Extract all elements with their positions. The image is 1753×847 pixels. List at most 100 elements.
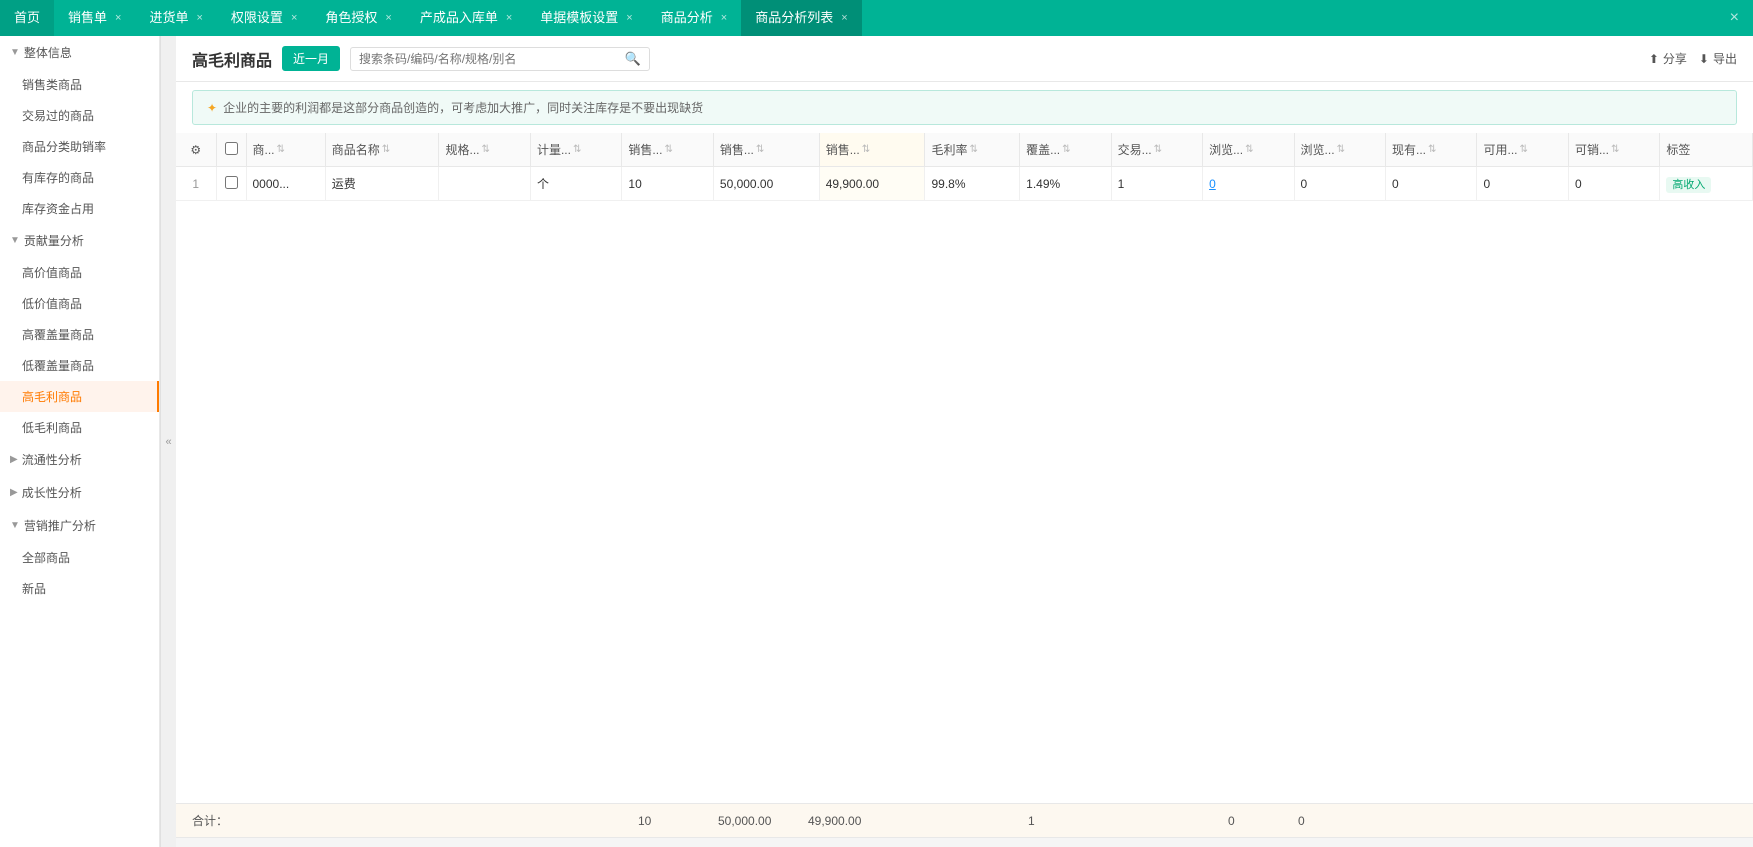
- col-tag[interactable]: 标签: [1660, 133, 1753, 167]
- search-box: 🔍: [350, 47, 650, 71]
- app-close-button[interactable]: ×: [1716, 0, 1753, 36]
- nav-close-analysis-list[interactable]: ×: [841, 0, 847, 36]
- table-wrapper[interactable]: ⚙ 商... ⇅ 商品名称: [176, 133, 1753, 803]
- sidebar-item-high-margin[interactable]: 高毛利商品: [0, 381, 159, 412]
- row-browse2: 0: [1294, 167, 1385, 201]
- nav-template[interactable]: 单据模板设置 ×: [526, 0, 646, 36]
- sidebar-item-sales-goods[interactable]: 销售类商品: [0, 69, 159, 100]
- sort-browse2-icon: ⇅: [1337, 144, 1345, 155]
- sort-current-icon: ⇅: [1428, 144, 1436, 155]
- row-coverage: 1.49%: [1020, 167, 1111, 201]
- nav-close-analysis[interactable]: ×: [721, 0, 727, 36]
- col-sales-profit[interactable]: 销售... ⇅: [819, 133, 925, 167]
- nav-purchase[interactable]: 进货单 ×: [135, 0, 216, 36]
- sidebar-item-traded-goods[interactable]: 交易过的商品: [0, 100, 159, 131]
- sidebar-item-new-goods[interactable]: 新品: [0, 573, 159, 604]
- top-nav: 首页 销售单 × 进货单 × 权限设置 × 角色授权 × 产成品入库单 × 单据…: [0, 0, 1753, 36]
- nav-close-role[interactable]: ×: [385, 0, 391, 36]
- col-trade[interactable]: 交易... ⇅: [1111, 133, 1202, 167]
- sort-profit-icon: ⇅: [862, 144, 870, 155]
- sidebar: ▼ 整体信息 销售类商品 交易过的商品 商品分类助销率 有库存的商品 库存资金占…: [0, 36, 160, 847]
- col-name[interactable]: 商品名称 ⇅: [325, 133, 439, 167]
- col-sales-amount[interactable]: 销售... ⇅: [713, 133, 819, 167]
- content-area: 高毛利商品 近一月 🔍 ⬆ 分享 ⬇ 导出 ✦ 企业的主要的利润都是这部分商品创…: [176, 36, 1753, 847]
- arrow-liquidity-icon: ▶: [10, 454, 18, 465]
- export-button[interactable]: ⬇ 导出: [1699, 50, 1737, 67]
- col-settings[interactable]: ⚙: [176, 133, 216, 167]
- nav-close-template[interactable]: ×: [626, 0, 632, 36]
- col-gross-rate[interactable]: 毛利率 ⇅: [925, 133, 1020, 167]
- nav-close-inbound[interactable]: ×: [506, 0, 512, 36]
- row-checkbox-cell[interactable]: [216, 167, 246, 201]
- settings-icon[interactable]: ⚙: [190, 143, 201, 157]
- sidebar-item-low-margin[interactable]: 低毛利商品: [0, 412, 159, 443]
- sidebar-section-overall[interactable]: ▼ 整体信息: [0, 36, 159, 69]
- nav-close-purchase[interactable]: ×: [196, 0, 202, 36]
- col-checkbox[interactable]: [216, 133, 246, 167]
- sort-sales-qty-icon: ⇅: [664, 144, 672, 155]
- col-coverage[interactable]: 覆盖... ⇅: [1020, 133, 1111, 167]
- col-available[interactable]: 可用... ⇅: [1477, 133, 1568, 167]
- row-sales-profit: 49,900.00: [819, 167, 925, 201]
- row-sales-amount: 50,000.00: [713, 167, 819, 201]
- nav-role[interactable]: 角色授权 ×: [311, 0, 405, 36]
- sidebar-item-in-stock[interactable]: 有库存的商品: [0, 162, 159, 193]
- footer-cell-trade: 1: [1022, 814, 1082, 828]
- filter-month-button[interactable]: 近一月: [282, 46, 340, 71]
- sidebar-section-marketing[interactable]: ▼ 营销推广分析: [0, 509, 159, 542]
- search-input[interactable]: [359, 52, 621, 66]
- footer-cells: 10 50,000.00 49,900.00 1 0 0: [252, 814, 1737, 828]
- nav-close-sales[interactable]: ×: [115, 0, 121, 36]
- sidebar-item-low-coverage[interactable]: 低覆盖量商品: [0, 350, 159, 381]
- sidebar-item-category-rate[interactable]: 商品分类助销率: [0, 131, 159, 162]
- sort-trade-icon: ⇅: [1154, 144, 1162, 155]
- nav-analysis-list[interactable]: 商品分析列表 ×: [741, 0, 861, 36]
- nav-analysis[interactable]: 商品分析 ×: [647, 0, 741, 36]
- tag-badge: 高收入: [1666, 177, 1711, 193]
- sidebar-item-all-goods[interactable]: 全部商品: [0, 542, 159, 573]
- data-table: ⚙ 商... ⇅ 商品名称: [176, 133, 1753, 201]
- arrow-marketing-icon: ▼: [10, 520, 20, 531]
- footer-cell-qty: 10: [632, 814, 712, 828]
- row-spec: [439, 167, 530, 201]
- col-current[interactable]: 现有... ⇅: [1386, 133, 1477, 167]
- sidebar-collapse-button[interactable]: «: [160, 36, 176, 847]
- content-header: 高毛利商品 近一月 🔍 ⬆ 分享 ⬇ 导出: [176, 36, 1753, 82]
- col-spec[interactable]: 规格... ⇅: [439, 133, 530, 167]
- col-browse1[interactable]: 浏览... ⇅: [1203, 133, 1294, 167]
- col-browse2[interactable]: 浏览... ⇅: [1294, 133, 1385, 167]
- col-code[interactable]: 商... ⇅: [246, 133, 325, 167]
- sidebar-item-stock-capital[interactable]: 库存资金占用: [0, 193, 159, 224]
- share-button[interactable]: ⬆ 分享: [1649, 50, 1687, 67]
- sort-gross-icon: ⇅: [970, 144, 978, 155]
- nav-permission[interactable]: 权限设置 ×: [217, 0, 311, 36]
- sidebar-section-liquidity[interactable]: ▶ 流通性分析: [0, 443, 159, 476]
- nav-inbound[interactable]: 产成品入库单 ×: [406, 0, 526, 36]
- row-gross-rate: 99.8%: [925, 167, 1020, 201]
- nav-home[interactable]: 首页: [0, 0, 54, 36]
- sort-code-icon: ⇅: [277, 144, 285, 155]
- sidebar-section-contribution[interactable]: ▼ 贡献量分析: [0, 224, 159, 257]
- col-unit[interactable]: 计量... ⇅: [530, 133, 621, 167]
- sidebar-item-high-value[interactable]: 高价值商品: [0, 257, 159, 288]
- row-browse1[interactable]: 0: [1203, 167, 1294, 201]
- col-sellable[interactable]: 可销... ⇅: [1568, 133, 1659, 167]
- footer-bar: 合计： 10 50,000.00 49,900.00 1 0 0: [176, 803, 1753, 837]
- search-icon[interactable]: 🔍: [625, 51, 641, 67]
- sidebar-section-growth[interactable]: ▶ 成长性分析: [0, 476, 159, 509]
- row-sales-qty: 10: [622, 167, 713, 201]
- select-all-checkbox[interactable]: [225, 142, 238, 155]
- sort-browse1-icon: ⇅: [1245, 144, 1253, 155]
- sidebar-item-high-coverage[interactable]: 高覆盖量商品: [0, 319, 159, 350]
- footer-cell-available: 0: [1292, 814, 1362, 828]
- col-sales-qty[interactable]: 销售... ⇅: [622, 133, 713, 167]
- nav-close-permission[interactable]: ×: [291, 0, 297, 36]
- row-tag: 高收入: [1660, 167, 1753, 201]
- nav-sales[interactable]: 销售单 ×: [54, 0, 135, 36]
- bottom-scrollbar[interactable]: [176, 837, 1753, 847]
- row-code: 0000...: [246, 167, 325, 201]
- row-unit: 个: [530, 167, 621, 201]
- row-checkbox[interactable]: [225, 176, 238, 189]
- sort-sellable-icon: ⇅: [1611, 144, 1619, 155]
- sidebar-item-low-value[interactable]: 低价值商品: [0, 288, 159, 319]
